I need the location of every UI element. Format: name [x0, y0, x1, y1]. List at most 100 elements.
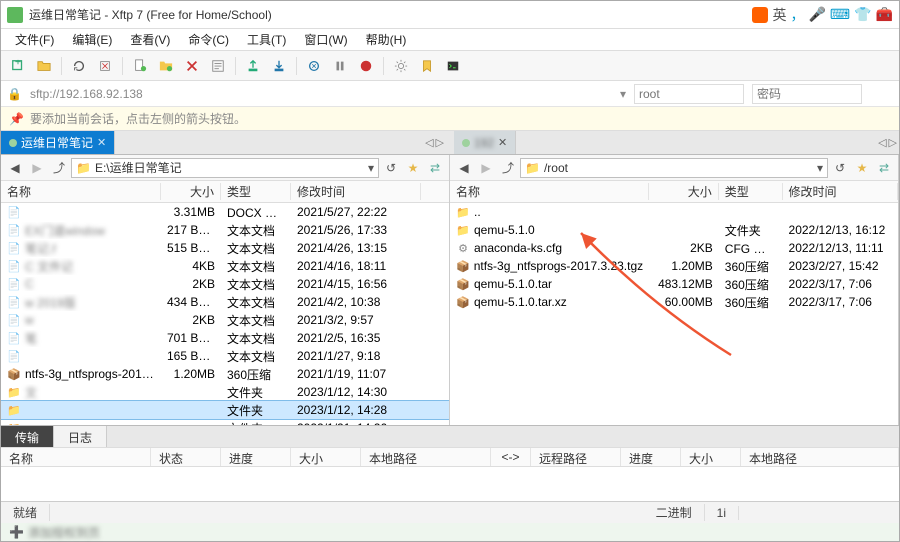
- open-button[interactable]: [33, 55, 55, 77]
- local-file-header[interactable]: 名称 大小 类型 修改时间: [1, 181, 449, 203]
- up-button[interactable]: ⤴: [49, 159, 69, 176]
- tcol-localpath2[interactable]: 本地路径: [741, 448, 899, 466]
- col-size[interactable]: 大小: [649, 183, 719, 200]
- col-type[interactable]: 类型: [221, 183, 291, 200]
- remote-path-field[interactable]: 📁 /root ▾: [520, 158, 828, 178]
- file-row[interactable]: 📄C2KB文本文档2021/4/15, 16:56: [1, 275, 449, 293]
- up-button[interactable]: ⤴: [498, 159, 518, 176]
- ime-keyboard-icon[interactable]: ⌨: [830, 6, 850, 23]
- tcol-direction[interactable]: <->: [491, 448, 531, 466]
- dropdown-icon[interactable]: ▾: [368, 161, 374, 175]
- remote-file-header[interactable]: 名称 大小 类型 修改时间: [450, 181, 898, 203]
- pin-icon[interactable]: 📌: [9, 112, 24, 126]
- forward-button[interactable]: ▶: [27, 161, 47, 175]
- terminal-button[interactable]: [442, 55, 464, 77]
- upload-button[interactable]: [242, 55, 264, 77]
- disconnect-button[interactable]: [94, 55, 116, 77]
- col-type[interactable]: 类型: [719, 183, 783, 200]
- local-file-list[interactable]: 📄3.31MBDOCX 文档2021/5/27, 22:22📄EX门道windo…: [1, 203, 449, 425]
- menu-window[interactable]: 窗口(W): [296, 29, 355, 50]
- remote-tab[interactable]: 192 ✕: [454, 131, 516, 154]
- pause-button[interactable]: [329, 55, 351, 77]
- file-row[interactable]: 📄165 Bytes文本文档2021/1/27, 9:18: [1, 347, 449, 365]
- bookmark-button[interactable]: [416, 55, 438, 77]
- tcol-size2[interactable]: 大小: [681, 448, 741, 466]
- tcol-remotepath[interactable]: 远程路径: [531, 448, 621, 466]
- file-row[interactable]: 📄笔记.f515 Bytes文本文档2021/4/26, 13:15: [1, 239, 449, 257]
- refresh-button[interactable]: ↺: [381, 161, 401, 175]
- sogou-icon[interactable]: [752, 7, 768, 23]
- file-row[interactable]: ⚙anaconda-ks.cfg2KBCFG 文件2022/12/13, 11:…: [450, 239, 898, 257]
- file-row[interactable]: 📁文件夹2023/1/12, 14:28: [1, 401, 449, 419]
- transfer-tab[interactable]: 传输: [1, 426, 54, 447]
- home-button[interactable]: ★: [852, 161, 872, 175]
- host-input[interactable]: [26, 84, 616, 104]
- options-button[interactable]: [390, 55, 412, 77]
- tcol-progress2[interactable]: 进度: [621, 448, 681, 466]
- file-row[interactable]: 📦ntfs-3g_ntfsprogs-2017.3.23.tgz1.20MB36…: [450, 257, 898, 275]
- file-row[interactable]: 📦ntfs-3g_ntfsprogs-201…1.20MB360压缩2021/1…: [1, 365, 449, 383]
- username-input[interactable]: [634, 84, 744, 104]
- delete-button[interactable]: [181, 55, 203, 77]
- col-size[interactable]: 大小: [161, 183, 221, 200]
- dropdown-icon[interactable]: ▾: [817, 161, 823, 175]
- new-file-button[interactable]: [129, 55, 151, 77]
- bottom-hint[interactable]: ➕ 添加授权到页: [1, 523, 899, 541]
- sync-browse-button[interactable]: ⇄: [874, 161, 894, 175]
- file-row[interactable]: 📁文件夹2022/1/21, 14:26: [1, 419, 449, 425]
- remote-file-list[interactable]: 📁..📁qemu-5.1.0文件夹2022/12/13, 16:12⚙anaco…: [450, 203, 898, 425]
- refresh-button[interactable]: ↺: [830, 161, 850, 175]
- menu-edit[interactable]: 编辑(E): [64, 29, 120, 50]
- new-folder-button[interactable]: [155, 55, 177, 77]
- file-row[interactable]: 📄3.31MBDOCX 文档2021/5/27, 22:22: [1, 203, 449, 221]
- ime-language[interactable]: 英: [772, 5, 786, 25]
- tab-next-icon[interactable]: ▷: [889, 136, 897, 149]
- log-tab[interactable]: 日志: [54, 426, 107, 447]
- menu-file[interactable]: 文件(F): [7, 29, 62, 50]
- file-row[interactable]: 📄笔701 Bytes文本文档2021/2/5, 16:35: [1, 329, 449, 347]
- file-row[interactable]: 📄C 文件记4KB文本文档2021/4/16, 18:11: [1, 257, 449, 275]
- back-button[interactable]: ◀: [454, 161, 474, 175]
- download-button[interactable]: [268, 55, 290, 77]
- file-row[interactable]: 📦qemu-5.1.0.tar483.12MB360压缩2022/3/17, 7…: [450, 275, 898, 293]
- local-tab[interactable]: 运维日常笔记 ✕: [1, 131, 115, 154]
- home-button[interactable]: ★: [403, 161, 423, 175]
- close-tab-icon[interactable]: ✕: [498, 136, 507, 149]
- ime-mic-icon[interactable]: 🎤: [808, 6, 825, 23]
- file-row[interactable]: 📦qemu-5.1.0.tar.xz60.00MB360压缩2022/3/17,…: [450, 293, 898, 311]
- tcol-size[interactable]: 大小: [291, 448, 361, 466]
- sync-button[interactable]: [303, 55, 325, 77]
- tab-next-icon[interactable]: ▷: [436, 136, 444, 149]
- stop-button[interactable]: [355, 55, 377, 77]
- transfer-list[interactable]: [1, 467, 899, 501]
- properties-button[interactable]: [207, 55, 229, 77]
- forward-button[interactable]: ▶: [476, 161, 496, 175]
- col-date[interactable]: 修改时间: [291, 183, 421, 200]
- file-row[interactable]: 📄w 2019版434 Bytes文本文档2021/4/2, 10:38: [1, 293, 449, 311]
- ime-punct-icon[interactable]: ，: [790, 5, 804, 25]
- tcol-progress[interactable]: 进度: [221, 448, 291, 466]
- ime-skin-icon[interactable]: 👕: [854, 6, 871, 23]
- local-path-field[interactable]: 📁 E:\运维日常笔记 ▾: [71, 158, 379, 178]
- menu-help[interactable]: 帮助(H): [358, 29, 415, 50]
- col-date[interactable]: 修改时间: [783, 183, 898, 200]
- tcol-name[interactable]: 名称: [1, 448, 151, 466]
- menu-command[interactable]: 命令(C): [180, 29, 237, 50]
- sync-browse-button[interactable]: ⇄: [425, 161, 445, 175]
- menu-tools[interactable]: 工具(T): [239, 29, 294, 50]
- menu-view[interactable]: 查看(V): [122, 29, 178, 50]
- close-tab-icon[interactable]: ✕: [97, 136, 106, 149]
- tab-prev-icon[interactable]: ◁: [425, 136, 433, 149]
- file-row[interactable]: 📁文文件夹2023/1/12, 14:30: [1, 383, 449, 401]
- col-name[interactable]: 名称: [1, 183, 161, 200]
- password-input[interactable]: [752, 84, 862, 104]
- file-row[interactable]: 📁..: [450, 203, 898, 221]
- file-row[interactable]: 📄EX门道window217 Bytes文本文档2021/5/26, 17:33: [1, 221, 449, 239]
- tab-prev-icon[interactable]: ◁: [878, 136, 886, 149]
- tcol-localpath[interactable]: 本地路径: [361, 448, 491, 466]
- file-row[interactable]: 📁qemu-5.1.0文件夹2022/12/13, 16:12: [450, 221, 898, 239]
- tcol-status[interactable]: 状态: [151, 448, 221, 466]
- back-button[interactable]: ◀: [5, 161, 25, 175]
- file-row[interactable]: 📄w2KB文本文档2021/3/2, 9:57: [1, 311, 449, 329]
- ime-toolbox-icon[interactable]: 🧰: [876, 6, 893, 23]
